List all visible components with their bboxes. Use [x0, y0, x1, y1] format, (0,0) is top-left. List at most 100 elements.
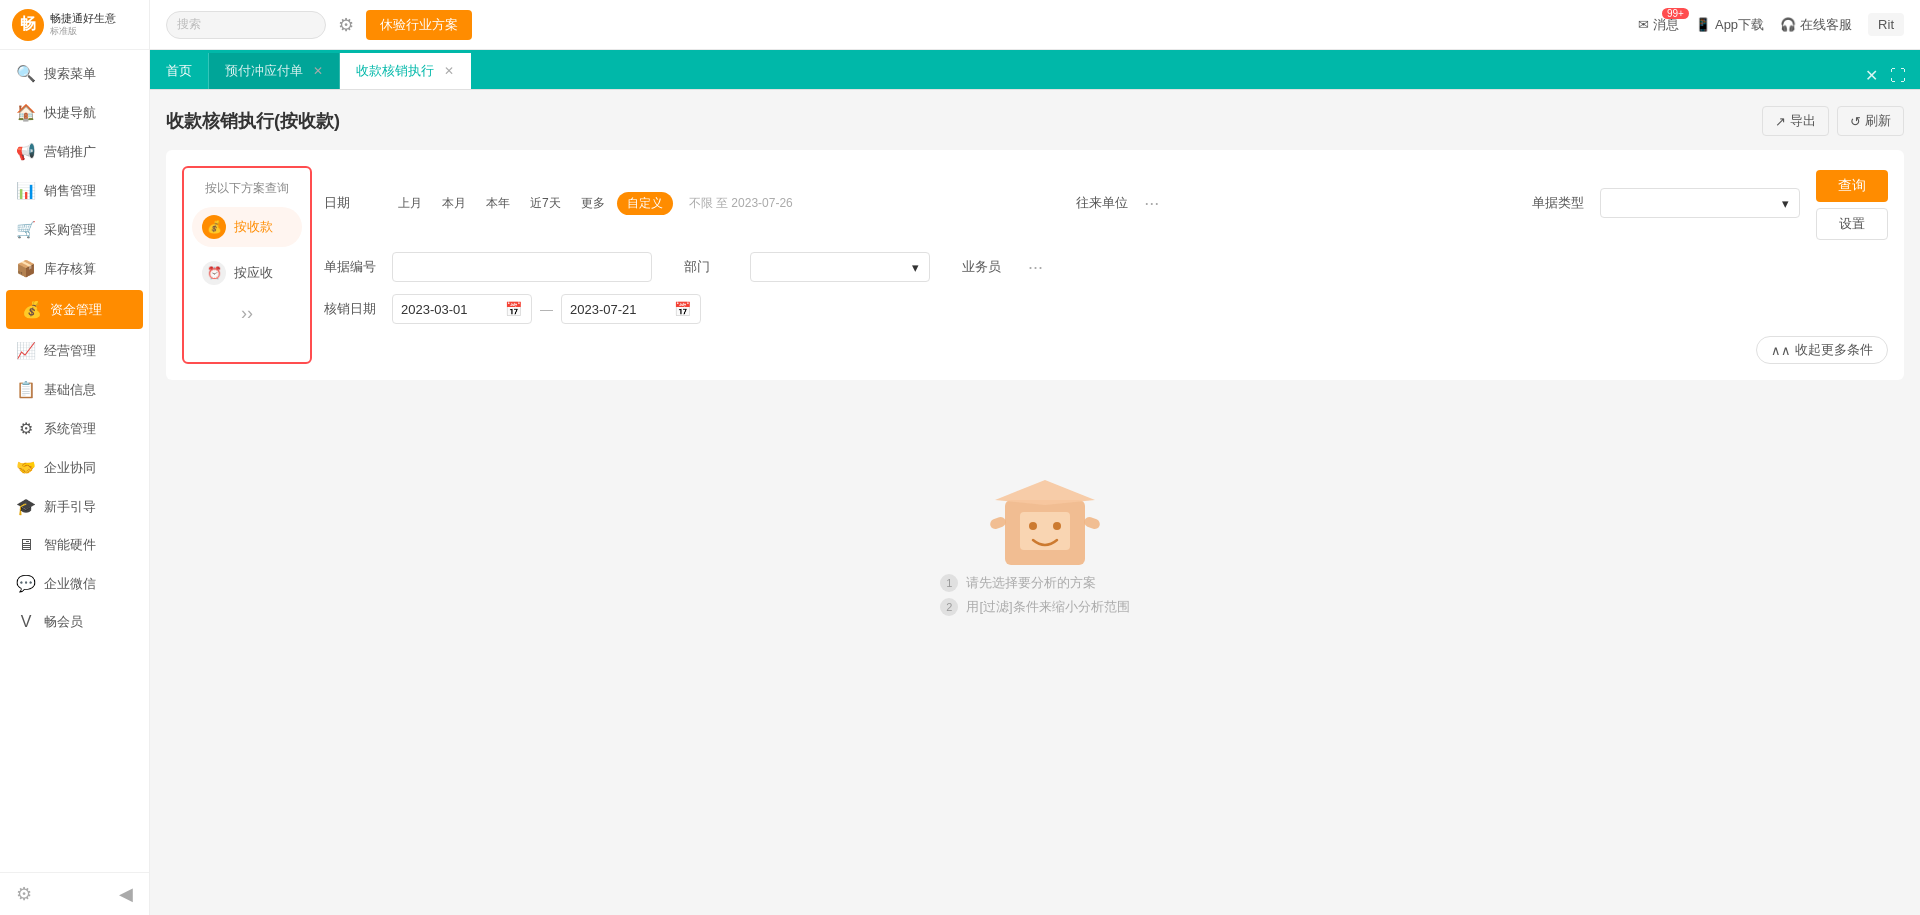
- refresh-button[interactable]: ↺ 刷新: [1837, 106, 1904, 136]
- filter-option-by-receivable[interactable]: ⏰ 按应收: [192, 253, 302, 293]
- sidebar-label-6: 资金管理: [50, 301, 102, 319]
- sidebar-item-1[interactable]: 🏠快捷导航: [0, 93, 149, 132]
- sidebar-icon-6: 💰: [22, 300, 42, 319]
- sidebar: 畅 畅捷通好生意 标准版 🔍搜索菜单🏠快捷导航📢营销推广📊销售管理🛒采购管理📦库…: [0, 0, 150, 915]
- tab-bar: 首页 预付冲应付单 ✕ 收款核销执行 ✕ ✕ ⛶: [150, 50, 1920, 90]
- sidebar-item-3[interactable]: 📊销售管理: [0, 171, 149, 210]
- sidebar-label-14: 畅会员: [44, 613, 83, 631]
- sidebar-icon-7: 📈: [16, 341, 36, 360]
- settings-icon[interactable]: ⚙: [16, 883, 32, 905]
- user-menu[interactable]: Rit: [1868, 13, 1904, 36]
- refresh-label: 刷新: [1865, 112, 1891, 130]
- topbar-search[interactable]: 搜索: [166, 11, 326, 39]
- filter-sidebar-collapse[interactable]: ››: [192, 303, 302, 324]
- date-btn-this-month[interactable]: 本月: [434, 192, 474, 215]
- verify-date-end-input[interactable]: [570, 302, 670, 317]
- tab-1[interactable]: 预付冲应付单 ✕: [209, 53, 340, 89]
- dept-select[interactable]: ▾: [750, 252, 930, 282]
- sidebar-menu: 🔍搜索菜单🏠快捷导航📢营销推广📊销售管理🛒采购管理📦库存核算 💰 资金管理 📈经营管理…: [0, 50, 149, 872]
- sidebar-label-1: 快捷导航: [44, 104, 96, 122]
- salesperson-dots[interactable]: ···: [1028, 257, 1043, 278]
- filter-row-1: 日期 上月 本月 本年 近7天 更多 自定义 不限 至 2023-07-26 往…: [324, 166, 1888, 240]
- sidebar-label-5: 库存核算: [44, 260, 96, 278]
- topbar-gear-icon[interactable]: ⚙: [338, 14, 354, 36]
- empty-hint-2: 2 用[过滤]条件来缩小分析范围: [940, 598, 1129, 616]
- sidebar-label-3: 销售管理: [44, 182, 96, 200]
- empty-svg: [985, 460, 1105, 570]
- tab-close-2[interactable]: ✕: [444, 64, 454, 78]
- hint-num-2: 2: [940, 598, 958, 616]
- logo-icon: 畅: [12, 9, 44, 41]
- tab-2[interactable]: 收款核销执行 ✕: [340, 53, 471, 89]
- query-actions: 查询 设置: [1816, 166, 1888, 240]
- verify-date-end-wrapper: 📅: [561, 294, 701, 324]
- sidebar-item-13[interactable]: 💬 企业微信: [0, 564, 149, 603]
- sidebar-label-0: 搜索菜单: [44, 65, 96, 83]
- sidebar-icon-8: 📋: [16, 380, 36, 399]
- service-label: 在线客服: [1800, 16, 1852, 34]
- date-not-limited: 不限 至 2023-07-26: [689, 195, 793, 212]
- order-type-select[interactable]: ▾: [1600, 188, 1800, 218]
- sidebar-item-2[interactable]: 📢营销推广: [0, 132, 149, 171]
- sidebar-label-4: 采购管理: [44, 221, 96, 239]
- hint-text-1: 请先选择要分析的方案: [966, 574, 1096, 592]
- page-actions: ↗ 导出 ↺ 刷新: [1762, 106, 1904, 136]
- sidebar-item-5[interactable]: 📦库存核算: [0, 249, 149, 288]
- date-range-separator: —: [540, 302, 553, 317]
- sidebar-item-9[interactable]: ⚙系统管理: [0, 409, 149, 448]
- filter-sidebar: 按以下方案查询 💰 按收款 ⏰ 按应收 ››: [182, 166, 312, 364]
- filter-option-by-receipt[interactable]: 💰 按收款: [192, 207, 302, 247]
- collapse-sidebar-icon[interactable]: ◀: [119, 883, 133, 905]
- sidebar-label-13: 企业微信: [44, 575, 96, 593]
- date-btn-last-month[interactable]: 上月: [390, 192, 430, 215]
- counterpart-dots[interactable]: ···: [1144, 193, 1159, 214]
- tab-close-1[interactable]: ✕: [313, 64, 323, 78]
- empty-state: 1 请先选择要分析的方案 2 用[过滤]条件来缩小分析范围: [166, 460, 1904, 622]
- export-button[interactable]: ↗ 导出: [1762, 106, 1829, 136]
- date-btn-more[interactable]: 更多: [573, 192, 613, 215]
- sidebar-label-10: 企业协同: [44, 459, 96, 477]
- query-button[interactable]: 查询: [1816, 170, 1888, 202]
- collapse-label: 收起更多条件: [1795, 341, 1873, 359]
- online-service-button[interactable]: 🎧 在线客服: [1780, 16, 1852, 34]
- sidebar-label-8: 基础信息: [44, 381, 96, 399]
- sidebar-item-12[interactable]: 🖥智能硬件: [0, 526, 149, 564]
- sidebar-item-6[interactable]: 💰 资金管理: [6, 290, 143, 329]
- sidebar-item-11[interactable]: 🎓新手引导: [0, 487, 149, 526]
- sidebar-icon-13: 💬: [16, 574, 36, 593]
- tab-label-1: 预付冲应付单: [225, 62, 303, 80]
- sidebar-item-14[interactable]: V畅会员: [0, 603, 149, 641]
- date-btn-this-year[interactable]: 本年: [478, 192, 518, 215]
- verify-date-start-input[interactable]: [401, 302, 501, 317]
- order-type-chevron: ▾: [1782, 196, 1789, 211]
- collapse-conditions-button[interactable]: ∧∧ 收起更多条件: [1756, 336, 1888, 364]
- date-custom-badge[interactable]: 自定义: [617, 192, 673, 215]
- sidebar-item-0[interactable]: 🔍搜索菜单: [0, 54, 149, 93]
- close-tab-button[interactable]: ✕: [1861, 62, 1882, 89]
- verify-date-start-calendar-icon[interactable]: 📅: [505, 301, 522, 317]
- tab-0[interactable]: 首页: [150, 53, 209, 89]
- tab-label-2: 收款核销执行: [356, 62, 434, 80]
- sidebar-item-10[interactable]: 🤝企业协同: [0, 448, 149, 487]
- counterpart-label: 往来单位: [1076, 194, 1128, 212]
- sidebar-icon-12: 🖥: [16, 536, 36, 554]
- app-label: App下载: [1715, 16, 1764, 34]
- sidebar-item-8[interactable]: 📋 基础信息: [0, 370, 149, 409]
- app-logo: 畅 畅捷通好生意 标准版: [0, 0, 149, 50]
- sidebar-icon-2: 📢: [16, 142, 36, 161]
- verify-date-end-calendar-icon[interactable]: 📅: [674, 301, 691, 317]
- page-title: 收款核销执行(按收款): [166, 109, 340, 133]
- solution-button[interactable]: 休验行业方案: [366, 10, 472, 40]
- sidebar-item-7[interactable]: 📈经营管理: [0, 331, 149, 370]
- sidebar-item-4[interactable]: 🛒采购管理: [0, 210, 149, 249]
- expand-tab-button[interactable]: ⛶: [1886, 63, 1910, 89]
- message-button[interactable]: ✉ 消息 99+: [1638, 16, 1679, 34]
- order-no-input[interactable]: [392, 252, 652, 282]
- verify-date-label: 核销日期: [324, 300, 376, 318]
- tab-label-0: 首页: [166, 62, 192, 80]
- order-no-label: 单据编号: [324, 258, 376, 276]
- page-header: 收款核销执行(按收款) ↗ 导出 ↺ 刷新: [166, 106, 1904, 136]
- filter-settings-button[interactable]: 设置: [1816, 208, 1888, 240]
- date-btn-7days[interactable]: 近7天: [522, 192, 569, 215]
- app-download-button[interactable]: 📱 App下载: [1695, 16, 1764, 34]
